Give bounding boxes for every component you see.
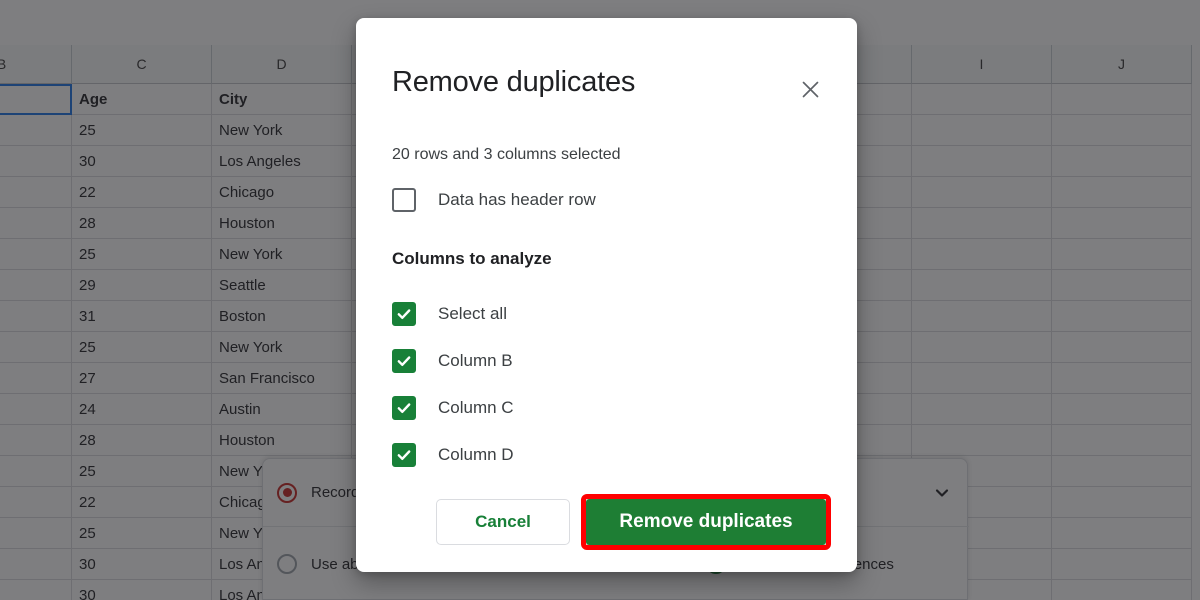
remove-duplicates-dialog: Remove duplicates 20 rows and 3 columns … [356, 18, 857, 572]
checkbox-checked-icon[interactable] [392, 301, 416, 326]
column-option-label: Column D [438, 444, 514, 464]
dialog-title: Remove duplicates [392, 66, 636, 98]
checkbox-checked-icon[interactable] [392, 442, 416, 467]
data-has-header-row-checkbox[interactable] [392, 188, 416, 212]
checkbox-checked-icon[interactable] [392, 348, 416, 373]
checkbox-checked-icon[interactable] [392, 395, 416, 420]
remove-duplicates-highlight: Remove duplicates [581, 494, 831, 550]
data-has-header-row-label: Data has header row [438, 190, 596, 209]
data-has-header-row-option[interactable]: Data has header row [392, 188, 596, 212]
column-option-column-d[interactable]: Column D [392, 431, 822, 478]
column-option-label: Column B [438, 350, 513, 370]
column-option-select-all[interactable]: Select all [392, 290, 822, 337]
columns-to-analyze-heading: Columns to analyze [392, 249, 552, 268]
column-option-column-b[interactable]: Column B [392, 337, 822, 384]
remove-duplicates-button[interactable]: Remove duplicates [586, 499, 826, 545]
close-icon[interactable] [796, 75, 824, 103]
selection-summary: 20 rows and 3 columns selected [392, 146, 621, 163]
app-root: BCDIJ AgeCity25New York30Los Angelesl22C… [0, 0, 1200, 600]
dialog-actions: Cancel Remove duplicates [356, 494, 857, 550]
columns-to-analyze-list: Select all Column B Column C Column D [392, 290, 822, 478]
cancel-button[interactable]: Cancel [436, 499, 570, 545]
column-option-column-c[interactable]: Column C [392, 384, 822, 431]
column-option-label: Select all [438, 303, 507, 323]
column-option-label: Column C [438, 397, 514, 417]
